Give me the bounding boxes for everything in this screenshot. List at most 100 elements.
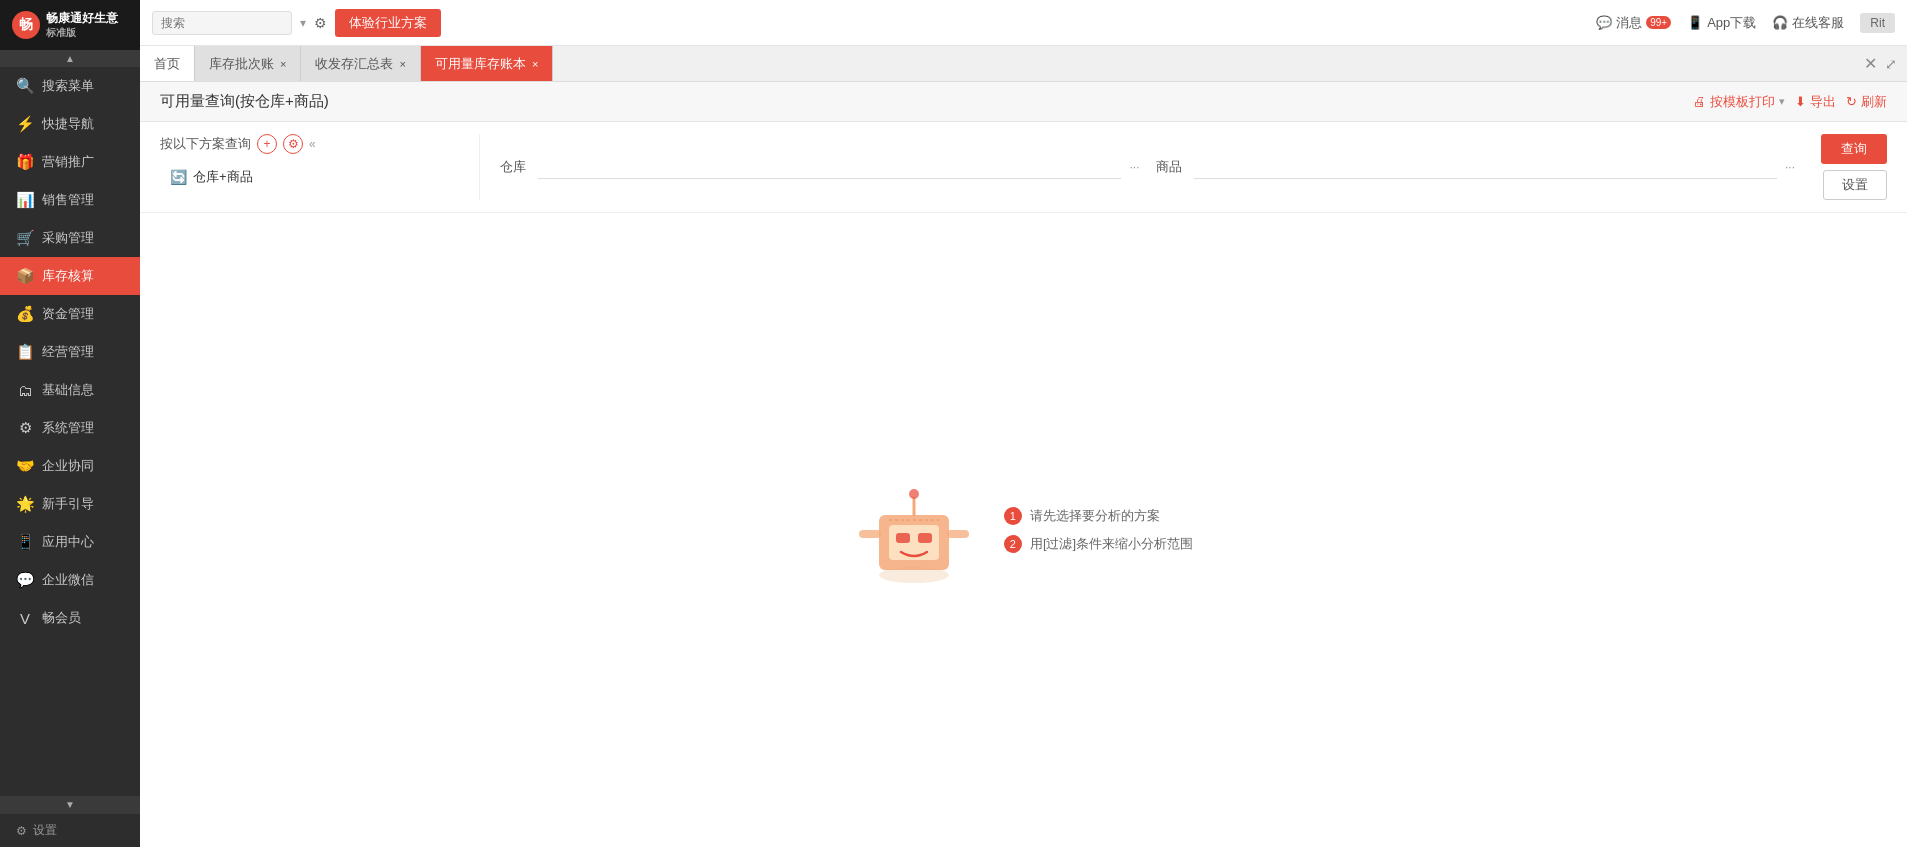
gear-icon[interactable]: ⚙ bbox=[314, 15, 327, 31]
scheme-icon: 🔄 bbox=[170, 169, 187, 185]
chart-icon: 📊 bbox=[16, 191, 34, 209]
chevron-down-icon[interactable]: ▾ bbox=[300, 16, 306, 30]
sidebar-item-label: 基础信息 bbox=[42, 381, 94, 399]
app-download[interactable]: 📱 App下载 bbox=[1687, 14, 1756, 32]
sidebar-item-label: 采购管理 bbox=[42, 229, 94, 247]
refresh-button[interactable]: ↻ 刷新 bbox=[1846, 93, 1887, 111]
query-scheme-header: 按以下方案查询 + ⚙ « bbox=[160, 134, 467, 154]
sidebar-item-label: 经营管理 bbox=[42, 343, 94, 361]
product-label: 商品 bbox=[1156, 158, 1186, 176]
export-icon: ⬇ bbox=[1795, 94, 1806, 109]
scheme-label: 仓库+商品 bbox=[193, 168, 253, 186]
gear-icon: ⚙ bbox=[16, 419, 34, 437]
export-label: 导出 bbox=[1810, 93, 1836, 111]
settings-icon: ⚙ bbox=[16, 824, 27, 838]
clipboard-icon: 📋 bbox=[16, 343, 34, 361]
industry-button[interactable]: 体验行业方案 bbox=[335, 9, 441, 37]
product-input[interactable] bbox=[1194, 155, 1777, 179]
sidebar-item-label: 新手引导 bbox=[42, 495, 94, 513]
notifications[interactable]: 💬 消息 99+ bbox=[1596, 14, 1671, 32]
tab-expand-icon[interactable]: ⤢ bbox=[1885, 56, 1897, 72]
hint-text-1: 请先选择要分析的方案 bbox=[1030, 507, 1160, 525]
sidebar-item-finance[interactable]: 💰 资金管理 bbox=[0, 295, 140, 333]
content-area: 可用量查询(按仓库+商品) 🖨 按模板打印 ▾ ⬇ 导出 ↻ 刷新 bbox=[140, 82, 1907, 847]
sidebar-item-label: 快捷导航 bbox=[42, 115, 94, 133]
tab-close-icon[interactable]: ✕ bbox=[1864, 54, 1877, 73]
tab-home[interactable]: 首页 bbox=[140, 46, 195, 81]
tab-in-out-summary[interactable]: 收发存汇总表 × bbox=[301, 46, 420, 81]
sidebar-item-wechat[interactable]: 💬 企业微信 bbox=[0, 561, 140, 599]
warehouse-more-btn[interactable]: ··· bbox=[1129, 160, 1139, 174]
export-button[interactable]: ⬇ 导出 bbox=[1795, 93, 1836, 111]
tab-close-batch-account[interactable]: × bbox=[280, 58, 286, 70]
sidebar-item-label: 销售管理 bbox=[42, 191, 94, 209]
sidebar-item-vip[interactable]: V 畅会员 bbox=[0, 599, 140, 637]
sidebar-item-newbie[interactable]: 🌟 新手引导 bbox=[0, 485, 140, 523]
sidebar-item-label: 营销推广 bbox=[42, 153, 94, 171]
tab-batch-account-label: 库存批次账 bbox=[209, 55, 274, 73]
sidebar-item-purchase[interactable]: 🛒 采购管理 bbox=[0, 219, 140, 257]
product-more-btn[interactable]: ··· bbox=[1785, 160, 1795, 174]
hint-text-2: 用[过滤]条件来缩小分析范围 bbox=[1030, 535, 1193, 553]
settings-button[interactable]: 设置 bbox=[1823, 170, 1887, 200]
handshake-icon: 🤝 bbox=[16, 457, 34, 475]
online-service-label: 在线客服 bbox=[1792, 14, 1844, 32]
chevron-down-icon[interactable]: ▾ bbox=[1779, 95, 1785, 108]
refresh-icon: ↻ bbox=[1846, 94, 1857, 109]
tab-home-label: 首页 bbox=[154, 55, 180, 73]
money-icon: 💰 bbox=[16, 305, 34, 323]
sidebar: 畅 畅康通好生意 标准版 ▲ 🔍 搜索菜单 ⚡ 快捷导航 🎁 营销推广 📊 销售… bbox=[0, 0, 140, 847]
sidebar-item-shortcut[interactable]: ⚡ 快捷导航 bbox=[0, 105, 140, 143]
page-title: 可用量查询(按仓库+商品) bbox=[160, 92, 329, 111]
sidebar-item-label: 应用中心 bbox=[42, 533, 94, 551]
tab-available-inventory[interactable]: 可用量库存账本 × bbox=[421, 46, 553, 81]
tab-close-available-inventory[interactable]: × bbox=[532, 58, 538, 70]
page-actions: 🖨 按模板打印 ▾ ⬇ 导出 ↻ 刷新 bbox=[1693, 93, 1887, 111]
sidebar-item-cooperation[interactable]: 🤝 企业协同 bbox=[0, 447, 140, 485]
warehouse-input[interactable] bbox=[538, 155, 1121, 179]
scheme-item-warehouse-product[interactable]: 🔄 仓库+商品 bbox=[160, 162, 467, 192]
vip-icon: V bbox=[16, 610, 34, 627]
sidebar-item-operations[interactable]: 📋 经营管理 bbox=[0, 333, 140, 371]
scheme-settings-button[interactable]: ⚙ bbox=[283, 134, 303, 154]
sidebar-item-app-center[interactable]: 📱 应用中心 bbox=[0, 523, 140, 561]
main-area: ▾ ⚙ 体验行业方案 💬 消息 99+ 📱 App下载 🎧 在线客服 Rit 首… bbox=[140, 0, 1907, 847]
sidebar-item-marketing[interactable]: 🎁 营销推广 bbox=[0, 143, 140, 181]
tab-close-in-out-summary[interactable]: × bbox=[399, 58, 405, 70]
sidebar-item-label: 畅会员 bbox=[42, 609, 81, 627]
query-row: 仓库 ··· 商品 ··· 查询 设置 bbox=[500, 134, 1887, 200]
sidebar-item-label: 资金管理 bbox=[42, 305, 94, 323]
empty-text: 1 请先选择要分析的方案 2 用[过滤]条件来缩小分析范围 bbox=[1004, 507, 1193, 553]
sidebar-scroll-up[interactable]: ▲ bbox=[0, 50, 140, 67]
sidebar-item-search[interactable]: 🔍 搜索菜单 bbox=[0, 67, 140, 105]
sidebar-bottom-label: 设置 bbox=[33, 822, 57, 839]
notifications-badge: 99+ bbox=[1646, 16, 1671, 29]
sidebar-bottom[interactable]: ⚙ 设置 bbox=[0, 813, 140, 847]
wechat-icon: 💬 bbox=[16, 571, 34, 589]
sidebar-item-inventory[interactable]: 📦 库存核算 bbox=[0, 257, 140, 295]
search-input[interactable] bbox=[152, 11, 292, 35]
empty-hint-1: 1 请先选择要分析的方案 bbox=[1004, 507, 1193, 525]
logo-badge: 标准版 bbox=[46, 26, 118, 39]
print-button[interactable]: 🖨 按模板打印 ▾ bbox=[1693, 93, 1785, 111]
tab-in-out-summary-label: 收发存汇总表 bbox=[315, 55, 393, 73]
online-service[interactable]: 🎧 在线客服 bbox=[1772, 14, 1844, 32]
sidebar-item-label: 企业协同 bbox=[42, 457, 94, 475]
bell-icon: 💬 bbox=[1596, 15, 1612, 30]
notifications-label: 消息 bbox=[1616, 14, 1642, 32]
add-scheme-button[interactable]: + bbox=[257, 134, 277, 154]
tabbar-right: ✕ ⤢ bbox=[1854, 46, 1907, 81]
sidebar-item-label: 搜索菜单 bbox=[42, 77, 94, 95]
sidebar-item-basic-info[interactable]: 🗂 基础信息 bbox=[0, 371, 140, 409]
sidebar-item-system[interactable]: ⚙ 系统管理 bbox=[0, 409, 140, 447]
folder-icon: 🗂 bbox=[16, 382, 34, 399]
tab-available-inventory-label: 可用量库存账本 bbox=[435, 55, 526, 73]
lightning-icon: ⚡ bbox=[16, 115, 34, 133]
refresh-label: 刷新 bbox=[1861, 93, 1887, 111]
query-button[interactable]: 查询 bbox=[1821, 134, 1887, 164]
sidebar-item-sales[interactable]: 📊 销售管理 bbox=[0, 181, 140, 219]
user-avatar[interactable]: Rit bbox=[1860, 13, 1895, 33]
tab-batch-account[interactable]: 库存批次账 × bbox=[195, 46, 301, 81]
collapse-icon[interactable]: « bbox=[309, 137, 316, 151]
sidebar-scroll-down[interactable]: ▼ bbox=[0, 796, 140, 813]
